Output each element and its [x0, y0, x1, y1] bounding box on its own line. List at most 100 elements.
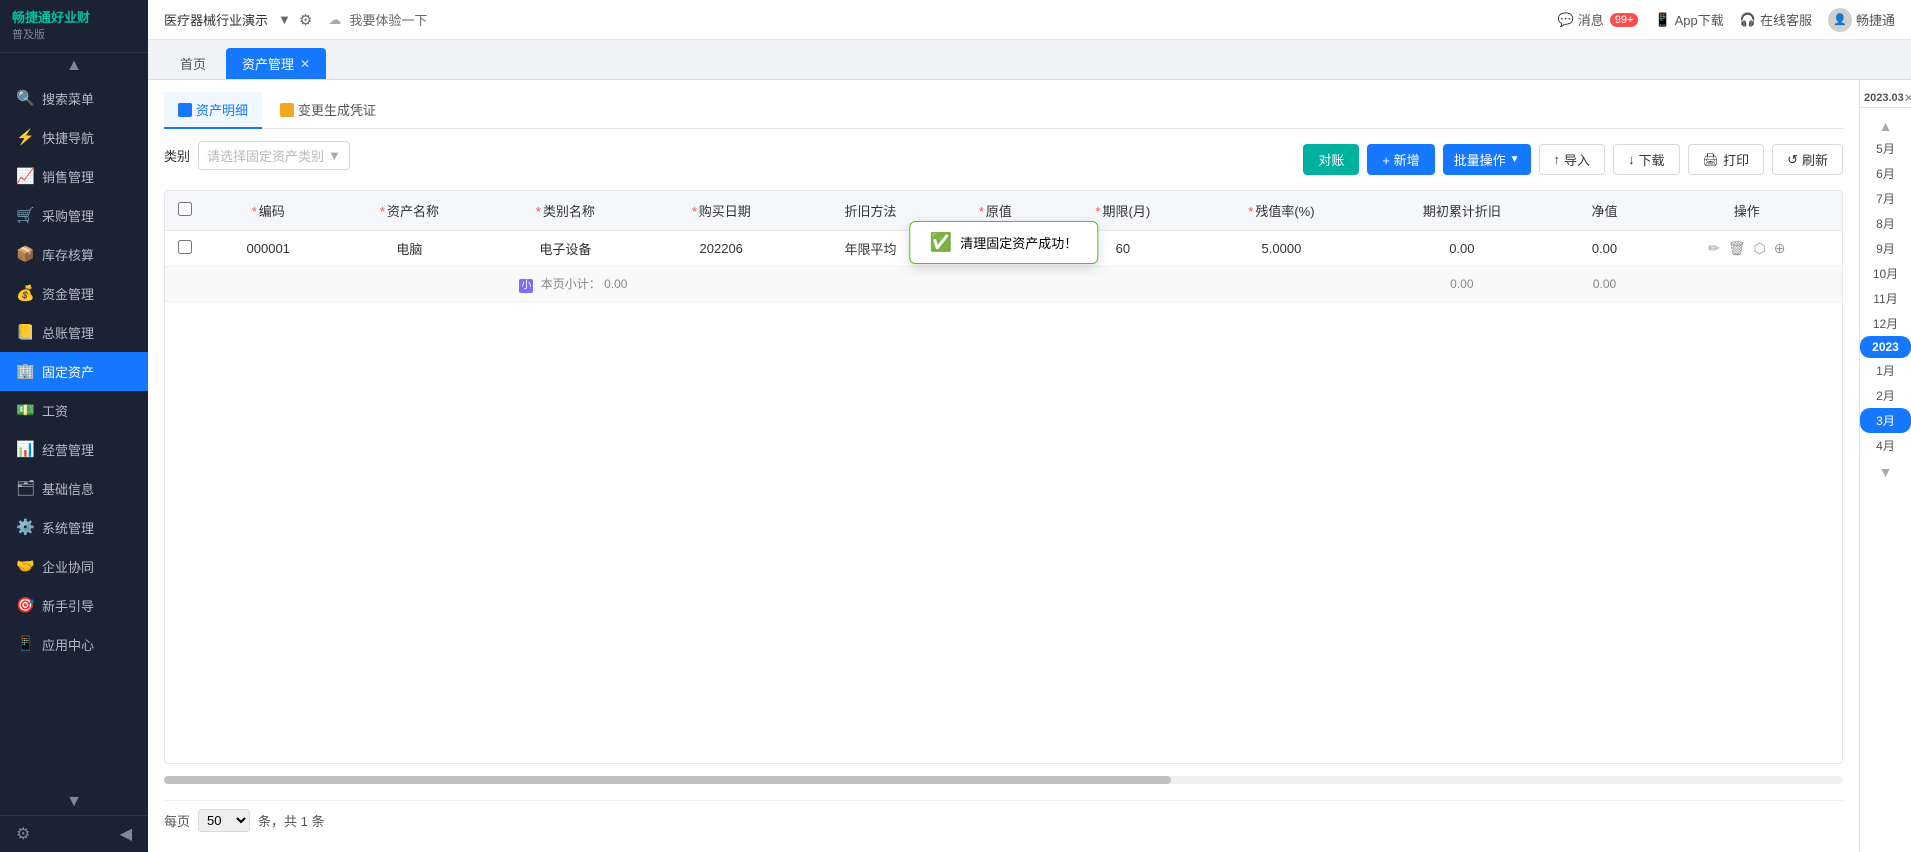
- download-icon: ↓: [1628, 152, 1635, 167]
- per-page-select[interactable]: 50 100 200: [198, 809, 250, 832]
- tab-asset-mgmt-label: 资产管理: [242, 54, 294, 73]
- month-item-11[interactable]: 11月: [1860, 286, 1911, 311]
- company-dropdown-icon[interactable]: ▼: [278, 12, 291, 27]
- sidebar-logo: 畅捷通好业财: [12, 10, 90, 26]
- tabbar: 首页 资产管理 ✕: [148, 40, 1911, 80]
- subtotal-op: [1651, 267, 1842, 302]
- sidebar-item-label: 工资: [42, 401, 68, 420]
- sidebar-item-operations[interactable]: 📊 经营管理: [0, 430, 148, 469]
- settings-gear-icon[interactable]: ⚙: [299, 11, 312, 29]
- experience-icon: ☁: [328, 12, 341, 28]
- toolbar-right: 对账 + 新增 批量操作 ▼ ↑ 导入 ↓ 下载: [1303, 144, 1843, 175]
- month-item-12[interactable]: 12月: [1860, 311, 1911, 336]
- sidebar-scroll-down[interactable]: ▼: [0, 789, 148, 815]
- sidebar-item-base-info[interactable]: 🗂 基础信息: [0, 469, 148, 508]
- sidebar-item-inventory[interactable]: 📦 库存核算: [0, 235, 148, 274]
- month-item-2[interactable]: 2月: [1860, 383, 1911, 408]
- sidebar-item-label: 快捷导航: [42, 128, 94, 147]
- base-info-icon: 🗂: [16, 479, 34, 497]
- download-button[interactable]: ↓ 下载: [1613, 144, 1680, 175]
- sidebar-item-label: 资金管理: [42, 284, 94, 303]
- panel-nav-down[interactable]: ▼: [1879, 462, 1893, 482]
- user-profile[interactable]: 👤 畅捷通: [1828, 8, 1895, 32]
- tab-close-icon[interactable]: ✕: [300, 57, 310, 71]
- import-button[interactable]: ↑ 导入: [1539, 144, 1606, 175]
- customer-service-button[interactable]: 🎧 在线客服: [1740, 10, 1812, 29]
- sidebar-item-payroll[interactable]: 💵 工资: [0, 391, 148, 430]
- subtotal-net-value: 0.00: [1558, 267, 1652, 302]
- month-item-3[interactable]: 3月: [1860, 408, 1911, 433]
- right-panel-year-month: 2023.03: [1864, 92, 1904, 104]
- refresh-button[interactable]: ↺ 刷新: [1772, 144, 1843, 175]
- download-label: 下载: [1639, 150, 1665, 169]
- month-item-10[interactable]: 10月: [1860, 261, 1911, 286]
- messages-button[interactable]: 💬 消息 99+: [1558, 10, 1639, 29]
- sales-icon: 📈: [16, 167, 34, 185]
- sub-tab-voucher-gen[interactable]: 变更生成凭证: [266, 92, 390, 129]
- sidebar-item-fixed-assets[interactable]: 🏢 固定资产: [0, 352, 148, 391]
- sidebar-item-enterprise[interactable]: 🤝 企业协同: [0, 547, 148, 586]
- settings-icon[interactable]: ⚙: [16, 824, 30, 844]
- sidebar-item-ledger[interactable]: 📒 总账管理: [0, 313, 148, 352]
- sidebar-item-guide[interactable]: 🎯 新手引导: [0, 586, 148, 625]
- category-select-placeholder: 请选择固定资产类别: [207, 146, 324, 165]
- subtotal-row: 小 本页小计： 0.00 0.00 0.00: [165, 267, 1842, 302]
- more-icon[interactable]: ⊕: [1774, 240, 1786, 257]
- row-checkbox-cell: [165, 231, 205, 267]
- sidebar-item-search[interactable]: 🔍 搜索菜单: [0, 79, 148, 118]
- month-item-8[interactable]: 8月: [1860, 211, 1911, 236]
- sidebar-header: 畅捷通好业财 普及版: [0, 0, 148, 53]
- sidebar-item-capital[interactable]: 💰 资金管理: [0, 274, 148, 313]
- tab-home[interactable]: 首页: [164, 48, 222, 79]
- panel-nav-up[interactable]: ▲: [1879, 116, 1893, 136]
- app-download-button[interactable]: 📱 App下载: [1654, 10, 1723, 29]
- sidebar-item-purchase[interactable]: 🛒 采购管理: [0, 196, 148, 235]
- category-select[interactable]: 请选择固定资产类别 ▼: [198, 141, 350, 170]
- collapse-sidebar-icon[interactable]: ◀: [120, 824, 132, 844]
- subtotal-empty3: [1197, 267, 1366, 302]
- sub-tab-asset-detail[interactable]: 资产明细: [164, 92, 262, 129]
- required-star: *: [1248, 204, 1253, 219]
- sidebar-item-sales[interactable]: 📈 销售管理: [0, 157, 148, 196]
- batch-ops-button[interactable]: 批量操作 ▼: [1443, 144, 1531, 175]
- payroll-icon: 💵: [16, 401, 34, 419]
- close-panel-icon[interactable]: ✕: [1904, 91, 1911, 105]
- ledger-icon: 📒: [16, 323, 34, 341]
- new-button[interactable]: + 新增: [1367, 144, 1434, 175]
- batch-ops-label: 批量操作: [1454, 150, 1506, 169]
- year-header-2023[interactable]: 2023: [1860, 336, 1911, 358]
- experience-label[interactable]: 我要体验一下: [349, 10, 427, 29]
- sidebar-item-system[interactable]: ⚙️ 系统管理: [0, 508, 148, 547]
- required-star: *: [252, 204, 257, 219]
- required-star: *: [692, 204, 697, 219]
- month-item-1[interactable]: 1月: [1860, 358, 1911, 383]
- col-name: *资产名称: [331, 191, 487, 231]
- month-item-6[interactable]: 6月: [1860, 161, 1911, 186]
- col-net-value: 净值: [1558, 191, 1652, 231]
- sidebar-item-label: 固定资产: [42, 362, 94, 381]
- toolbar: 类别 请选择固定资产类别 ▼ 对账 + 新增 批量操作 ▼: [164, 141, 1843, 178]
- delete-icon[interactable]: 🗑: [1728, 240, 1746, 257]
- row-checkbox[interactable]: [178, 240, 192, 254]
- edit-icon[interactable]: ✏: [1708, 240, 1720, 257]
- select-all-checkbox[interactable]: [178, 202, 192, 216]
- print-button[interactable]: 🖨 打印: [1688, 144, 1765, 175]
- tab-asset-mgmt[interactable]: 资产管理 ✕: [226, 48, 326, 79]
- copy-icon[interactable]: ⬡: [1753, 240, 1765, 257]
- sidebar-item-label: 基础信息: [42, 479, 94, 498]
- month-item-5[interactable]: 5月: [1860, 136, 1911, 161]
- topbar-right: 💬 消息 99+ 📱 App下载 🎧 在线客服 👤 畅捷通: [1558, 8, 1895, 32]
- sidebar-scroll-up[interactable]: ▲: [0, 53, 148, 79]
- quick-nav-icon: ⚡: [16, 128, 34, 146]
- horizontal-scrollbar[interactable]: [164, 768, 1843, 792]
- month-item-9[interactable]: 9月: [1860, 236, 1911, 261]
- sidebar-item-app-center[interactable]: 📱 应用中心: [0, 625, 148, 664]
- sidebar-item-label: 新手引导: [42, 596, 94, 615]
- sub-tab-voucher-gen-label: 变更生成凭证: [298, 100, 376, 119]
- reconcile-button[interactable]: 对账: [1303, 144, 1359, 175]
- sidebar-item-quick-nav[interactable]: ⚡ 快捷导航: [0, 118, 148, 157]
- month-item-4[interactable]: 4月: [1860, 433, 1911, 458]
- subtotal-label: 本页小计：: [541, 277, 601, 291]
- month-item-7[interactable]: 7月: [1860, 186, 1911, 211]
- refresh-icon: ↺: [1787, 152, 1798, 168]
